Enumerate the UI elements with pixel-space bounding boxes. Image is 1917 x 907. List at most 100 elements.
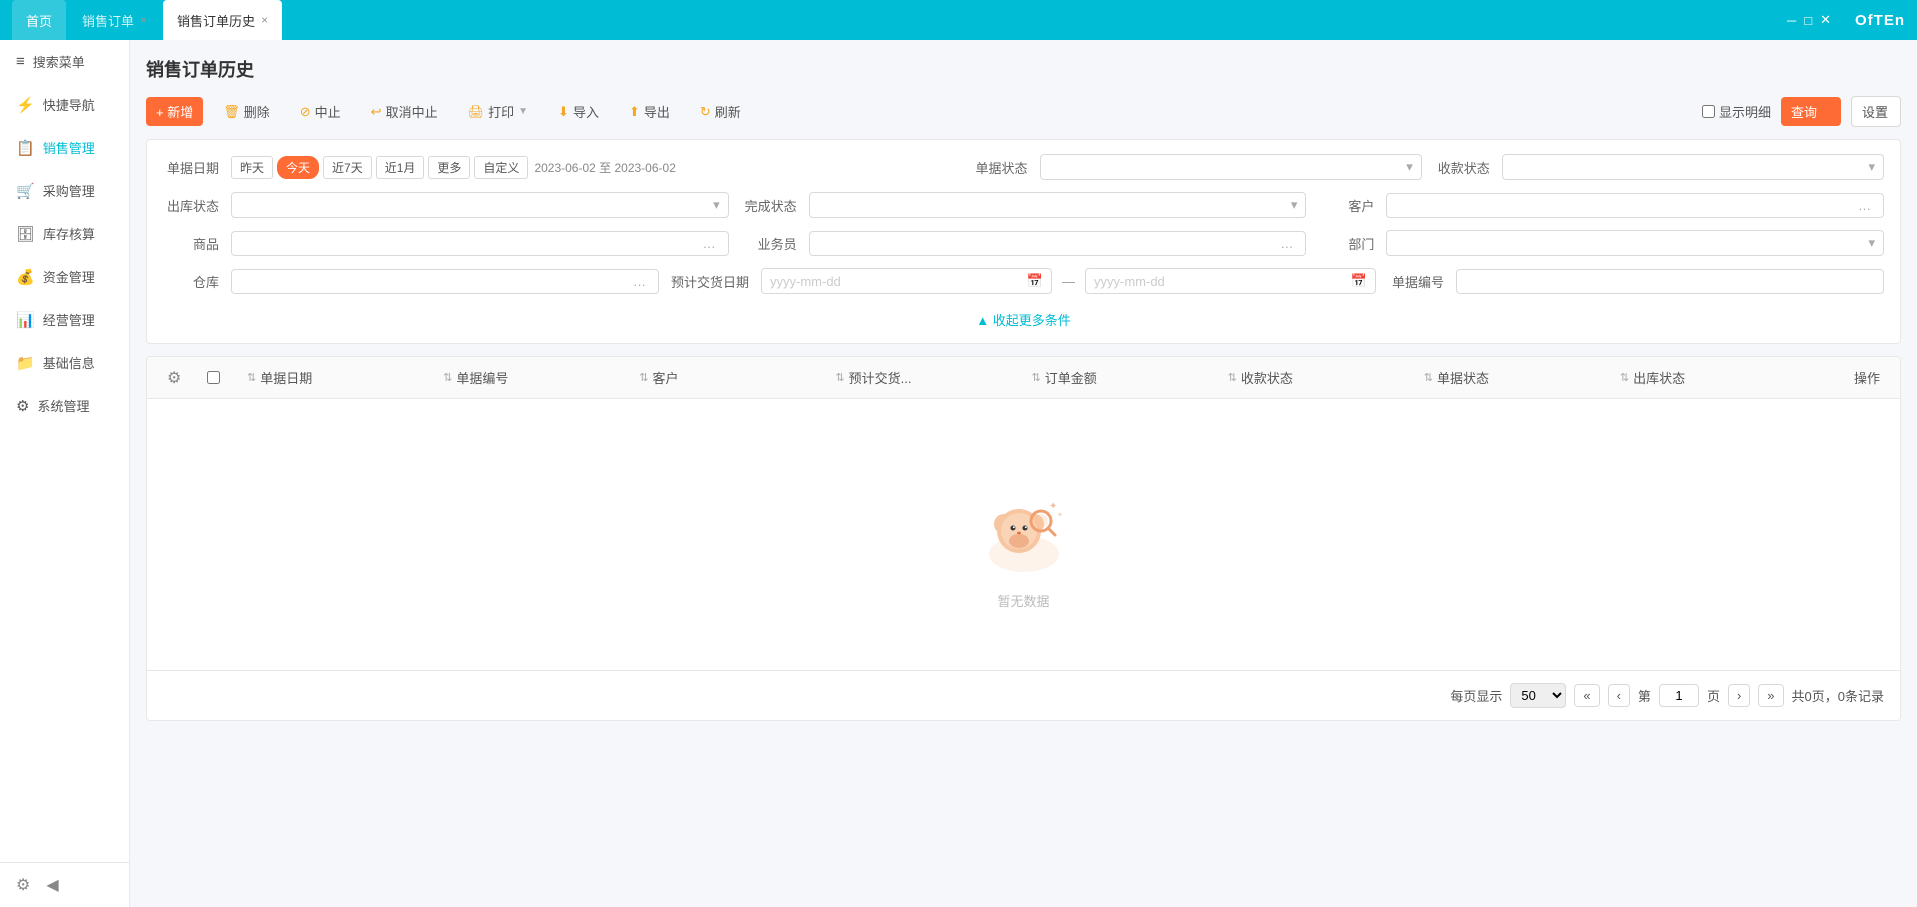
window-minimize-icon[interactable]: ─	[1787, 13, 1796, 28]
delivery-date-label: 预计交货日期	[671, 272, 749, 291]
sidebar-item-sales-mgmt[interactable]: 📋 销售管理	[0, 126, 129, 169]
print-label: 打印	[488, 102, 514, 121]
col-warehouse-sort-icon[interactable]: ⇅	[1620, 371, 1629, 384]
col-number: ⇅ 单据编号	[435, 358, 631, 397]
tab-sales-order[interactable]: 销售订单 ×	[68, 0, 161, 40]
page-size-label: 每页显示	[1450, 686, 1502, 705]
col-checkbox	[199, 361, 239, 394]
new-button[interactable]: + 新增	[146, 97, 203, 126]
sidebar-item-capital-mgmt[interactable]: 💰 资金管理	[0, 255, 129, 298]
col-order-sort-icon[interactable]: ⇅	[1424, 371, 1433, 384]
date-btn-custom[interactable]: 自定义	[474, 156, 528, 179]
refresh-button[interactable]: ↻ 刷新	[690, 97, 751, 126]
print-icon: 🖨	[468, 104, 485, 120]
col-payment-sort-icon[interactable]: ⇅	[1228, 371, 1237, 384]
tabs-area: 首页 销售订单 × 销售订单历史 ×	[12, 0, 1787, 40]
show-detail-checkbox-label[interactable]: 显示明细	[1702, 102, 1771, 121]
select-all-checkbox[interactable]	[207, 371, 220, 384]
tab-home[interactable]: 首页	[12, 0, 66, 40]
sidebar-item-basic-info[interactable]: 📁 基础信息	[0, 341, 129, 384]
delivery-date-end[interactable]: yyyy-mm-dd 📅	[1085, 268, 1376, 294]
delete-button[interactable]: 🗑 删除	[213, 97, 280, 126]
delivery-date-end-placeholder: yyyy-mm-dd	[1094, 274, 1165, 289]
doc-status-label: 单据状态	[972, 158, 1028, 177]
warehouse-dots-icon[interactable]: …	[629, 274, 650, 289]
doc-status-select[interactable]: ▾	[1040, 154, 1422, 180]
sidebar-item-system-mgmt[interactable]: ⚙ 系统管理	[0, 384, 129, 427]
purchase-mgmt-icon: 🛒	[16, 182, 35, 200]
cancel-stop-button[interactable]: ↩ 取消中止	[361, 97, 448, 126]
sidebar-item-operations-mgmt[interactable]: 📊 经营管理	[0, 298, 129, 341]
col-number-label: 单据编号	[456, 368, 508, 387]
empty-text: 暂无数据	[997, 591, 1049, 610]
current-page-input[interactable]	[1659, 684, 1699, 707]
warehouse-status-select[interactable]: ▾	[231, 192, 729, 218]
department-select[interactable]: ▾	[1386, 230, 1884, 256]
import-button[interactable]: ⬇ 导入	[548, 97, 609, 126]
sidebar-item-inventory[interactable]: 🗄 库存核算	[0, 212, 129, 255]
last-page-button[interactable]: »	[1758, 684, 1783, 707]
doc-number-input[interactable]	[1456, 269, 1884, 294]
calendar-end-icon[interactable]: 📅	[1351, 273, 1367, 289]
date-btn-yesterday[interactable]: 昨天	[231, 156, 273, 179]
col-gear: ⚙	[159, 358, 199, 398]
page-title: 销售订单历史	[146, 56, 1901, 82]
col-payment-label: 收款状态	[1241, 368, 1293, 387]
doc-number-label: 单据编号	[1388, 272, 1444, 291]
date-btn-1month[interactable]: 近1月	[376, 156, 425, 179]
tab-home-label: 首页	[26, 11, 52, 30]
product-label: 商品	[163, 234, 219, 253]
sidebar-item-purchase-mgmt[interactable]: 🛒 采购管理	[0, 169, 129, 212]
salesperson-dots-icon[interactable]: …	[1276, 236, 1297, 251]
sidebar-settings-icon[interactable]: ⚙	[16, 875, 30, 895]
tab-sales-order-history-close[interactable]: ×	[261, 13, 268, 27]
payment-status-select[interactable]: ▾	[1502, 154, 1884, 180]
refresh-label: 刷新	[715, 102, 741, 121]
window-maximize-icon[interactable]: □	[1804, 13, 1812, 28]
col-amount: ⇅ 订单金额	[1024, 358, 1220, 397]
stop-button[interactable]: ⊘ 中止	[290, 97, 351, 126]
system-mgmt-icon: ⚙	[16, 397, 29, 415]
first-page-button[interactable]: «	[1574, 684, 1599, 707]
calendar-start-icon[interactable]: 📅	[1027, 273, 1043, 289]
date-btn-today[interactable]: 今天	[277, 156, 319, 179]
customer-control: …	[1386, 193, 1884, 218]
sidebar-item-quick-nav[interactable]: ⚡ 快捷导航	[0, 83, 129, 126]
department-label: 部门	[1318, 234, 1374, 253]
salesperson-label: 业务员	[741, 234, 797, 253]
collapse-more-btn[interactable]: ▲ 收起更多条件	[163, 306, 1884, 329]
delivery-date-start[interactable]: yyyy-mm-dd 📅	[761, 268, 1052, 294]
tab-sales-order-history[interactable]: 销售订单历史 ×	[163, 0, 282, 40]
print-button[interactable]: 🖨 打印 ▼	[458, 97, 538, 126]
window-close-icon[interactable]: ✕	[1820, 12, 1831, 28]
sidebar-item-quick-nav-label: 快捷导航	[43, 95, 95, 114]
query-button[interactable]: 查询	[1781, 97, 1841, 126]
date-btn-more[interactable]: 更多	[428, 156, 470, 179]
col-customer-sort-icon[interactable]: ⇅	[639, 371, 648, 384]
show-detail-checkbox[interactable]	[1702, 105, 1715, 118]
next-page-button[interactable]: ›	[1728, 684, 1750, 707]
complete-status-select[interactable]: ▾	[809, 192, 1307, 218]
col-date-sort-icon[interactable]: ⇅	[247, 371, 256, 384]
data-table: ⚙ ⇅ 单据日期 ⇅ 单据编号 ⇅ 客户 ⇅	[146, 356, 1901, 721]
inventory-icon: 🗄	[16, 225, 35, 243]
customer-dots-icon[interactable]: …	[1854, 198, 1875, 213]
date-btn-7days[interactable]: 近7天	[323, 156, 372, 179]
product-dots-icon[interactable]: …	[699, 236, 720, 251]
filter-row-4: 仓库 … 预计交货日期 yyyy-mm-dd 📅 — yyyy-mm-dd 📅	[163, 268, 1884, 294]
settings-button[interactable]: 设置	[1851, 96, 1901, 127]
sidebar-collapse-icon[interactable]: ◀	[46, 875, 58, 895]
tab-sales-order-label: 销售订单	[82, 11, 134, 30]
col-delivery-sort-icon[interactable]: ⇅	[835, 371, 844, 384]
svg-text:✦: ✦	[1057, 511, 1063, 519]
page-size-select[interactable]: 50 10 20 100	[1510, 683, 1566, 708]
table-settings-gear-button[interactable]: ⚙	[167, 368, 181, 388]
delete-label: 删除	[244, 102, 270, 121]
delete-icon: 🗑	[223, 104, 240, 120]
col-amount-sort-icon[interactable]: ⇅	[1032, 371, 1041, 384]
col-number-sort-icon[interactable]: ⇅	[443, 371, 452, 384]
tab-sales-order-close[interactable]: ×	[140, 13, 147, 27]
sidebar-item-search-menu[interactable]: ≡ 搜索菜单	[0, 40, 129, 83]
prev-page-button[interactable]: ‹	[1608, 684, 1630, 707]
export-button[interactable]: ⬆ 导出	[619, 97, 680, 126]
